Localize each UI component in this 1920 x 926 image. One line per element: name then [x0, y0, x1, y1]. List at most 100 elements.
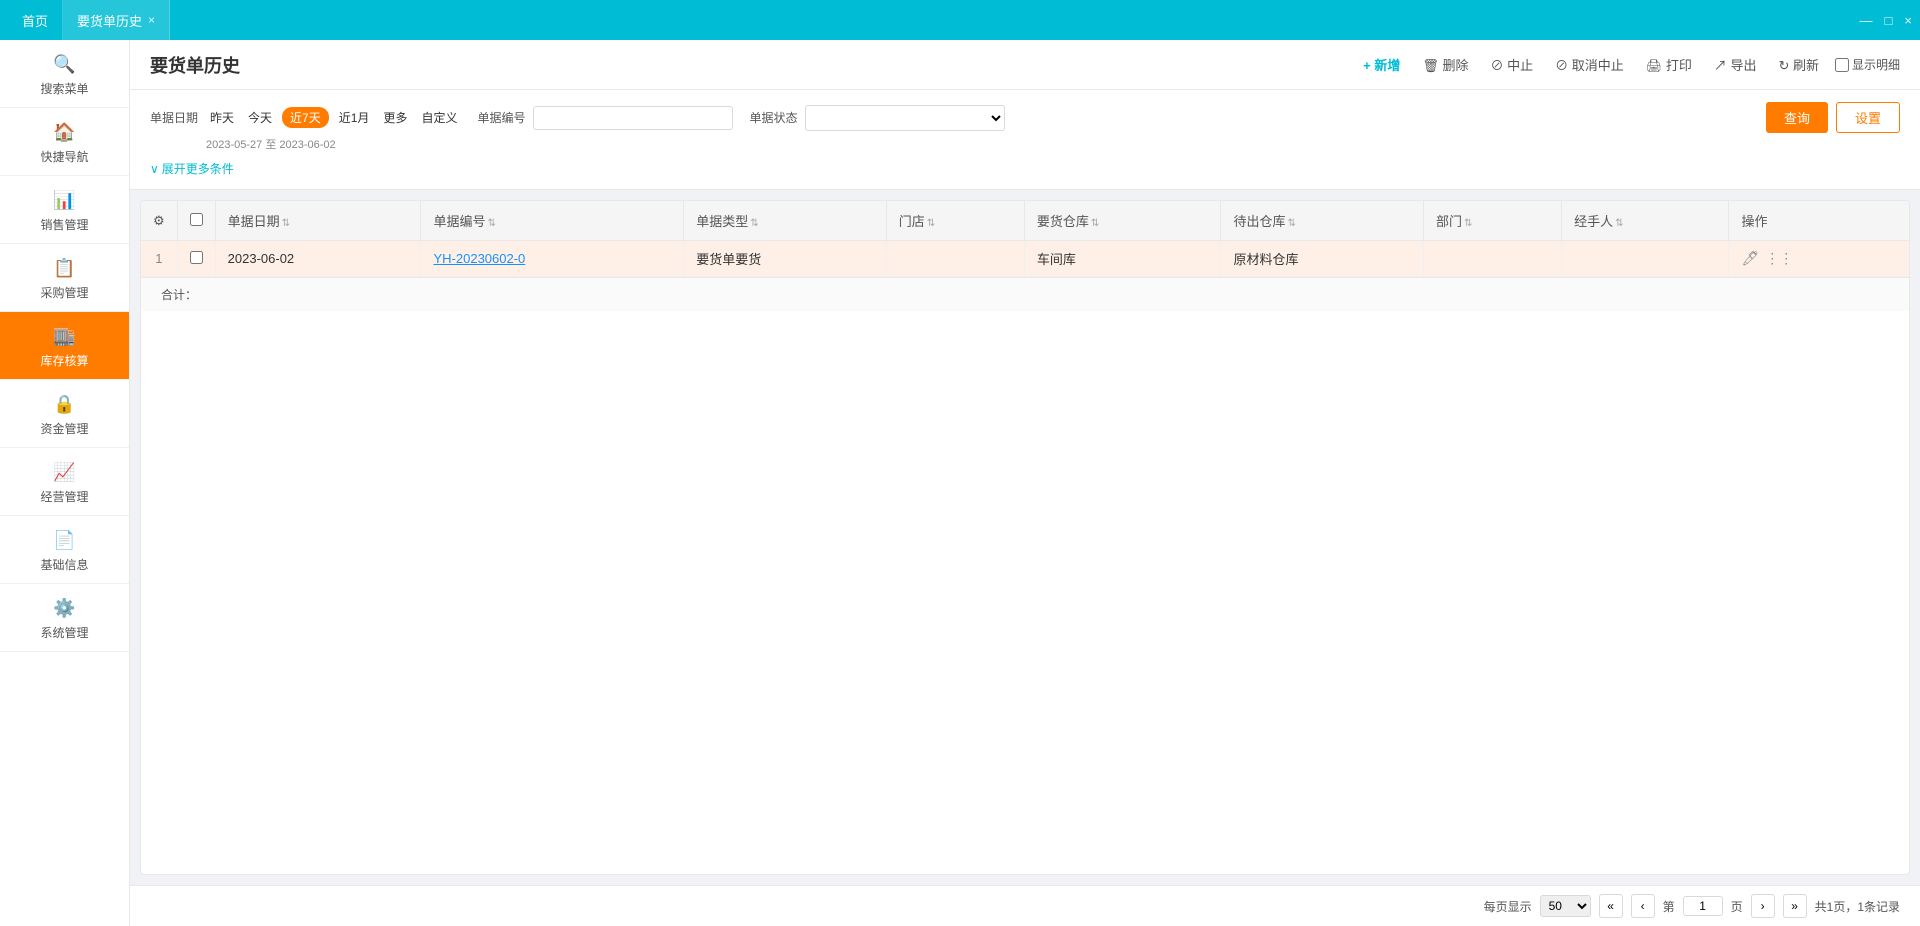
bill-no-filter-group: 单据编号 — [477, 106, 733, 130]
page-label-pre: 第 — [1663, 898, 1675, 915]
data-table: ⚙ 单据日期⇅ 单据编号⇅ 单据类型⇅ — [141, 201, 1909, 277]
col-ops: 操作 — [1729, 201, 1909, 241]
capital-icon: 🔒 — [53, 394, 75, 415]
filter-action-buttons: 查询 设置 — [1766, 102, 1900, 133]
sidebar-item-sys-mgmt[interactable]: ⚙️ 系统管理 — [0, 584, 129, 652]
row-ops: 🖊 ⋮⋮ — [1729, 241, 1909, 277]
shortcut-custom[interactable]: 自定义 — [417, 107, 461, 128]
display-detail-checkbox[interactable] — [1835, 58, 1849, 72]
shortcut-yesterday[interactable]: 昨天 — [206, 107, 238, 128]
bill-no-label: 单据编号 — [477, 109, 525, 126]
status-select[interactable] — [805, 105, 1005, 131]
query-button[interactable]: 查询 — [1766, 102, 1828, 133]
sidebar-item-label: 快捷导航 — [40, 148, 88, 165]
sidebar-item-basic-info[interactable]: 📄 基础信息 — [0, 516, 129, 584]
window-controls: — □ × — [1860, 13, 1912, 28]
sidebar-item-quick-nav[interactable]: 🏠 快捷导航 — [0, 108, 129, 176]
row-handler — [1562, 241, 1729, 277]
first-page-button[interactable]: « — [1599, 894, 1623, 918]
col-date: 单据日期⇅ — [215, 201, 421, 241]
bill-no-link[interactable]: YH-20230602-0 — [433, 251, 525, 266]
row-date: 2023-06-02 — [215, 241, 421, 277]
row-dept — [1423, 241, 1561, 277]
select-all-checkbox[interactable] — [190, 213, 203, 226]
search-menu-icon: 🔍 — [53, 54, 75, 75]
stop-button[interactable]: ⊘ 中止 — [1484, 51, 1539, 78]
tab-active[interactable]: 要货单历史 × — [63, 0, 170, 40]
content-area: 要货单历史 + 新增 🗑 删除 ⊘ 中止 ⊘ 取消中止 🖨 打印 ↗ 导出 ↻ … — [130, 40, 1920, 926]
print-button[interactable]: 🖨 打印 — [1640, 51, 1698, 78]
date-filter-label: 单据日期 — [150, 109, 198, 126]
per-page-label: 每页显示 — [1484, 898, 1532, 915]
expand-more-btn[interactable]: ∨ 展开更多条件 — [150, 160, 1900, 177]
tab-close-icon[interactable]: × — [148, 13, 155, 27]
quick-nav-icon: 🏠 — [53, 122, 75, 143]
col-checkbox — [177, 201, 215, 241]
minimize-icon[interactable]: — — [1860, 13, 1873, 28]
expand-more-label: 展开更多条件 — [162, 160, 234, 177]
sidebar-item-label: 基础信息 — [40, 556, 88, 573]
sidebar-item-search-menu[interactable]: 🔍 搜索菜单 — [0, 40, 129, 108]
shortcut-today[interactable]: 今天 — [244, 107, 276, 128]
sort-date-icon[interactable]: ⇅ — [282, 218, 290, 229]
shortcut-7days[interactable]: 近7天 — [282, 107, 329, 128]
export-button[interactable]: ↗ 导出 — [1708, 51, 1763, 78]
prev-page-button[interactable]: ‹ — [1631, 894, 1655, 918]
row-bill-no: YH-20230602-0 — [421, 241, 684, 277]
ops-icon: 📈 — [53, 462, 75, 483]
col-pending-wh: 待出仓库⇅ — [1221, 201, 1423, 241]
display-detail-label: 显示明细 — [1852, 56, 1900, 73]
sort-store-icon[interactable]: ⇅ — [927, 218, 935, 229]
tab-home[interactable]: 首页 — [8, 0, 63, 40]
pagination-bar: 每页显示 50 10 20 100 « ‹ 第 页 › » 共1页，1条记录 — [130, 885, 1920, 926]
sidebar-item-label: 库存核算 — [40, 352, 88, 369]
settings-button[interactable]: 设置 — [1836, 102, 1900, 133]
tab-home-label: 首页 — [22, 11, 48, 30]
col-settings[interactable]: ⚙ — [141, 201, 177, 241]
header-actions: + 新增 🗑 删除 ⊘ 中止 ⊘ 取消中止 🖨 打印 ↗ 导出 ↻ 刷新 显示明… — [1357, 51, 1900, 78]
sort-reqwh-icon[interactable]: ⇅ — [1091, 218, 1099, 229]
shortcut-1month[interactable]: 近1月 — [335, 107, 374, 128]
sidebar-item-sales-mgmt[interactable]: 📊 销售管理 — [0, 176, 129, 244]
row-select-checkbox[interactable] — [190, 251, 203, 264]
sidebar-item-purchase-mgmt[interactable]: 📋 采购管理 — [0, 244, 129, 312]
table-summary-footer: 合计： — [141, 277, 1909, 311]
per-page-select[interactable]: 50 10 20 100 — [1540, 895, 1591, 917]
sidebar-item-capital-mgmt[interactable]: 🔒 资金管理 — [0, 380, 129, 448]
sort-handler-icon[interactable]: ⇅ — [1615, 218, 1623, 229]
op-edit-icon[interactable]: 🖊 — [1741, 250, 1759, 267]
op-more-icon[interactable]: ⋮⋮ — [1765, 250, 1793, 267]
sidebar-item-inventory[interactable]: 🏬 库存核算 — [0, 312, 129, 380]
status-label: 单据状态 — [749, 109, 797, 126]
col-req-wh: 要货仓库⇅ — [1024, 201, 1221, 241]
sidebar-item-label: 资金管理 — [40, 420, 88, 437]
sidebar-item-ops-mgmt[interactable]: 📈 经营管理 — [0, 448, 129, 516]
cancel-stop-button[interactable]: ⊘ 取消中止 — [1549, 51, 1630, 78]
date-range-text: 2023-05-27 至 2023-06-02 — [206, 136, 1900, 152]
sort-dept-icon[interactable]: ⇅ — [1464, 218, 1472, 229]
delete-button[interactable]: 🗑 删除 — [1416, 51, 1474, 78]
new-button[interactable]: + 新增 — [1357, 51, 1406, 78]
filter-row: 单据日期 昨天 今天 近7天 近1月 更多 自定义 单据编号 — [150, 102, 1900, 133]
main-layout: 🔍 搜索菜单 🏠 快捷导航 📊 销售管理 📋 采购管理 🏬 库存核算 🔒 资金管… — [0, 40, 1920, 926]
page-number-input[interactable] — [1683, 896, 1723, 916]
row-req-wh: 车间库 — [1024, 241, 1221, 277]
sort-billno-icon[interactable]: ⇅ — [488, 218, 496, 229]
shortcut-more[interactable]: 更多 — [379, 107, 411, 128]
refresh-button[interactable]: ↻ 刷新 — [1772, 51, 1825, 78]
display-detail-toggle[interactable]: 显示明细 — [1835, 56, 1900, 73]
sort-billtype-icon[interactable]: ⇅ — [750, 218, 758, 229]
tab-active-label: 要货单历史 — [77, 11, 142, 30]
last-page-button[interactable]: » — [1783, 894, 1807, 918]
table-settings-icon[interactable]: ⚙ — [153, 213, 165, 228]
page-header: 要货单历史 + 新增 🗑 删除 ⊘ 中止 ⊘ 取消中止 🖨 打印 ↗ 导出 ↻ … — [130, 40, 1920, 90]
date-shortcuts: 昨天 今天 近7天 近1月 更多 自定义 — [206, 107, 461, 128]
col-dept: 部门⇅ — [1423, 201, 1561, 241]
sort-pendingwh-icon[interactable]: ⇅ — [1287, 218, 1295, 229]
bill-no-input[interactable] — [533, 106, 733, 130]
close-window-icon[interactable]: × — [1904, 13, 1912, 28]
next-page-button[interactable]: › — [1751, 894, 1775, 918]
summary-label: 合计： — [161, 288, 197, 302]
chevron-down-icon: ∨ — [150, 162, 159, 176]
maximize-icon[interactable]: □ — [1885, 13, 1893, 28]
